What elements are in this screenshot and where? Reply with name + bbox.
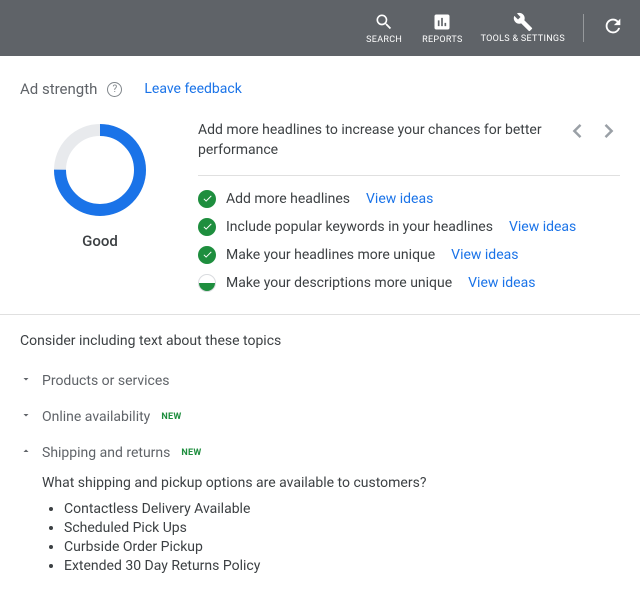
help-icon[interactable]: ? — [107, 82, 122, 97]
check-icon — [198, 218, 216, 236]
ad-strength-title: Ad strength — [20, 80, 97, 98]
main-content: Ad strength ? Leave feedback Good Add mo… — [0, 56, 640, 597]
recommendation-item: Make your headlines more unique View idea… — [198, 246, 620, 264]
chevron-up-icon — [20, 445, 32, 461]
topic-bullet: Scheduled Pick Ups — [64, 520, 620, 536]
topic-bullet: Curbside Order Pickup — [64, 539, 620, 555]
topic-bullet: Extended 30 Day Returns Policy — [64, 558, 620, 574]
leave-feedback-link[interactable]: Leave feedback — [144, 81, 241, 97]
check-icon — [198, 246, 216, 264]
recommendations-list: Add more headlines View ideas Include popu… — [198, 190, 620, 292]
prev-tip-button[interactable] — [566, 120, 588, 142]
partial-check-icon — [198, 274, 216, 292]
search-nav[interactable]: SEARCH — [364, 12, 404, 45]
tools-nav[interactable]: TOOLS & SETTINGS — [481, 12, 565, 45]
topic-row[interactable]: Products or services — [20, 363, 620, 399]
recommendation-label: Add more headlines — [226, 191, 350, 207]
search-label: SEARCH — [366, 35, 402, 45]
section-divider — [0, 314, 640, 315]
reports-label: REPORTS — [422, 35, 462, 45]
view-ideas-link[interactable]: View ideas — [468, 275, 535, 291]
strength-tip-row: Add more headlines to increase your chan… — [198, 116, 620, 176]
topic-label: Products or services — [42, 373, 170, 389]
wrench-icon — [513, 12, 533, 35]
new-badge: NEW — [161, 412, 181, 422]
recommendation-item: Add more headlines View ideas — [198, 190, 620, 208]
topics-list: Products or services Online availability N… — [20, 363, 620, 574]
topic-row[interactable]: Shipping and returns NEW — [20, 435, 620, 471]
recommendation-label: Make your descriptions more unique — [226, 275, 452, 291]
search-icon — [374, 12, 394, 35]
topic-question: What shipping and pickup options are ava… — [42, 475, 620, 491]
view-ideas-link[interactable]: View ideas — [366, 191, 433, 207]
topics-title: Consider including text about these topi… — [20, 333, 620, 349]
chevron-down-icon — [20, 373, 32, 389]
strength-rating: Good — [82, 232, 118, 250]
strength-gauge — [50, 120, 150, 220]
strength-gauge-section: Good — [20, 116, 180, 292]
chevron-down-icon — [20, 409, 32, 425]
recommendation-label: Include popular keywords in your headlin… — [226, 219, 493, 235]
topic-label: Online availability — [42, 409, 150, 425]
recommendation-label: Make your headlines more unique — [226, 247, 435, 263]
top-toolbar: SEARCH REPORTS TOOLS & SETTINGS — [0, 0, 640, 56]
view-ideas-link[interactable]: View ideas — [451, 247, 518, 263]
topic-bullet-list: Contactless Delivery Available Scheduled … — [42, 501, 620, 574]
refresh-button[interactable] — [602, 15, 624, 41]
strength-tip: Add more headlines to increase your chan… — [198, 120, 556, 161]
topic-row[interactable]: Online availability NEW — [20, 399, 620, 435]
next-tip-button[interactable] — [598, 120, 620, 142]
topic-expanded-body: What shipping and pickup options are ava… — [20, 471, 620, 574]
ad-strength-header: Ad strength ? Leave feedback — [20, 80, 620, 98]
check-icon — [198, 190, 216, 208]
recommendation-item: Make your descriptions more unique View i… — [198, 274, 620, 292]
view-ideas-link[interactable]: View ideas — [509, 219, 576, 235]
recommendation-item: Include popular keywords in your headlin… — [198, 218, 620, 236]
reports-nav[interactable]: REPORTS — [422, 12, 462, 45]
tools-label: TOOLS & SETTINGS — [481, 35, 565, 45]
topic-bullet: Contactless Delivery Available — [64, 501, 620, 517]
toolbar-divider — [583, 14, 584, 42]
reports-icon — [432, 12, 452, 35]
new-badge: NEW — [181, 448, 201, 458]
topic-label: Shipping and returns — [42, 445, 170, 461]
